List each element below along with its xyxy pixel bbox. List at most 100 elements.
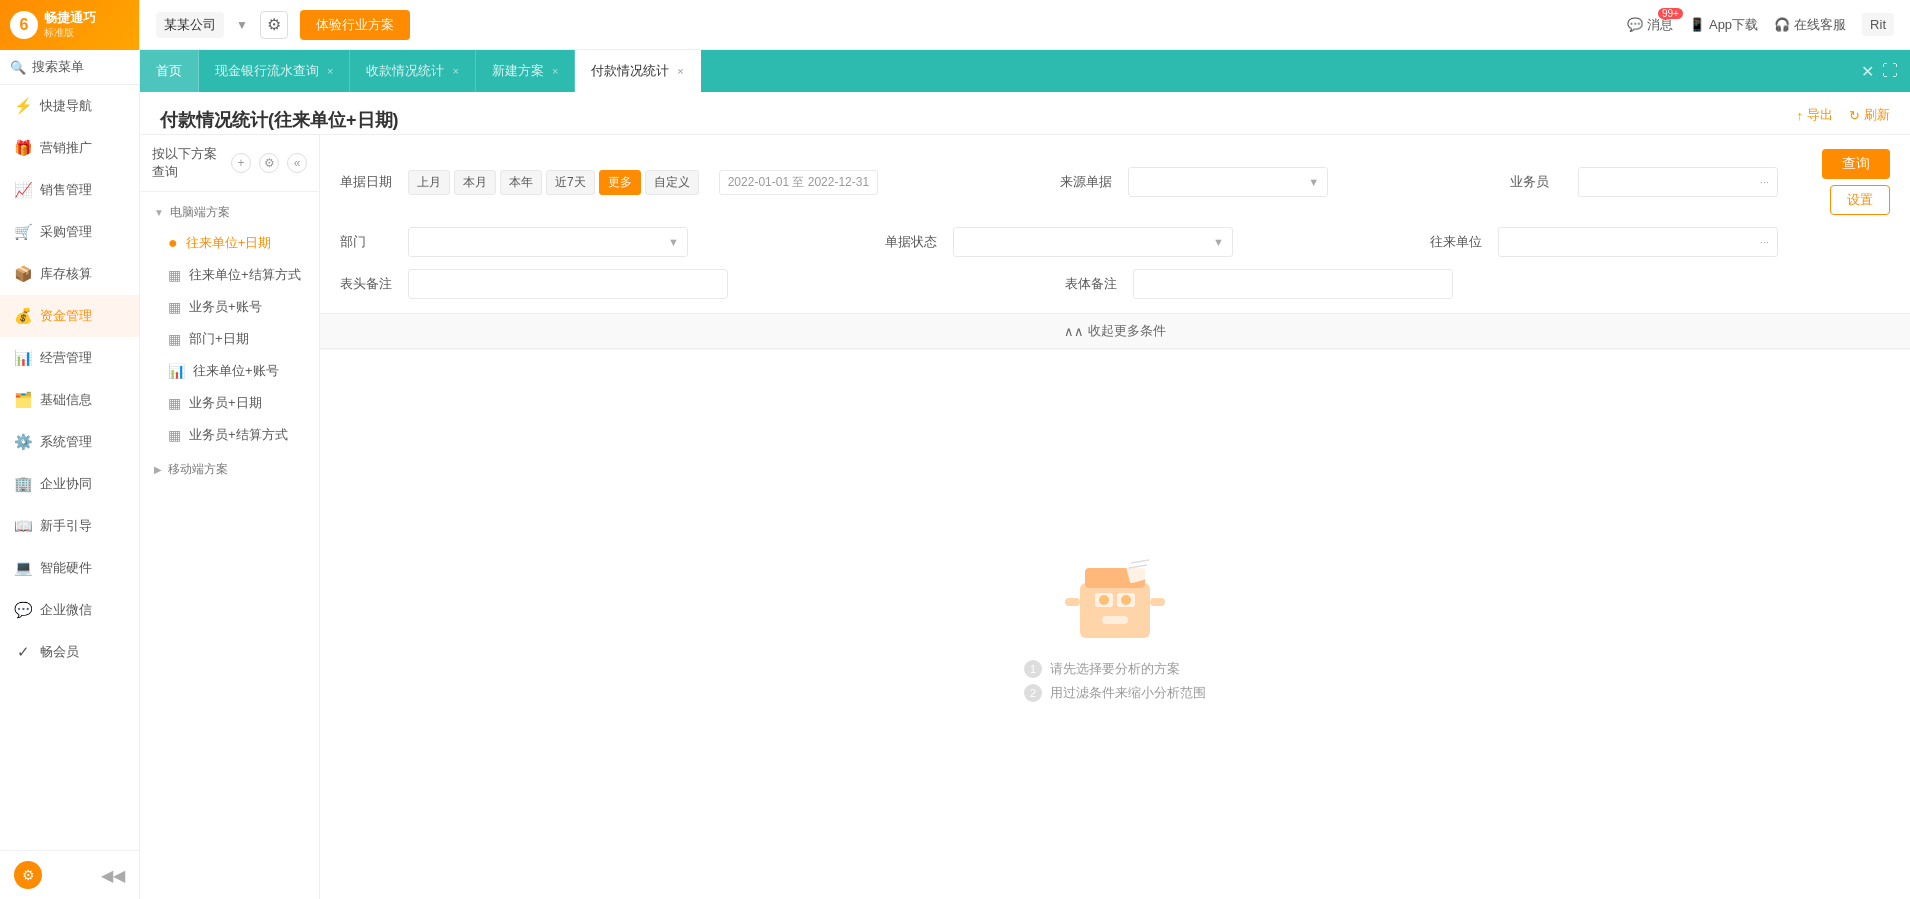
export-icon: ↑ [1797, 108, 1804, 123]
tab-new-plan[interactable]: 新建方案 × [476, 50, 575, 92]
scheme-group-pc-title[interactable]: ▼ 电脑端方案 [140, 198, 319, 227]
scheme-settings-icon[interactable]: ⚙ [259, 153, 279, 173]
sidebar-logo: 6 畅捷通巧 标准版 [0, 0, 139, 50]
partner-select[interactable]: ··· [1498, 227, 1778, 257]
sidebar-item-operation[interactable]: 📊 经营管理 [0, 337, 139, 379]
tabbar: 首页 现金银行流水查询 × 收款情况统计 × 新建方案 × 付款情况统计 × ✕… [140, 50, 1910, 92]
tab-receipt-stats[interactable]: 收款情况统计 × [350, 50, 475, 92]
scheme-group-mobile-title[interactable]: ▶ 移动端方案 [140, 455, 319, 484]
sidebar-item-wechat[interactable]: 💬 企业微信 [0, 589, 139, 631]
source-select[interactable]: ▼ [1128, 167, 1328, 197]
last-month-btn[interactable]: 上月 [408, 170, 450, 195]
sidebar-collapse-button[interactable]: ◀◀ [101, 866, 125, 885]
company-selector[interactable]: 某某公司 [156, 12, 224, 38]
sidebar-item-marketing[interactable]: 🎁 营销推广 [0, 127, 139, 169]
collapse-bar[interactable]: ∧∧ 收起更多条件 [320, 314, 1910, 349]
phone-icon: 📱 [1689, 17, 1705, 32]
table-head-note-input[interactable] [408, 269, 728, 299]
page-header-actions: ↑ 导出 ↻ 刷新 [1797, 106, 1891, 134]
hint-item-1: 1 请先选择要分析的方案 [1024, 660, 1206, 678]
refresh-button[interactable]: ↻ 刷新 [1849, 106, 1890, 124]
trial-button[interactable]: 体验行业方案 [300, 10, 410, 40]
sidebar-item-hardware[interactable]: 💻 智能硬件 [0, 547, 139, 589]
filter-settings-button[interactable]: 设置 [1830, 185, 1890, 215]
staff-select[interactable]: ··· [1578, 167, 1778, 197]
sidebar-item-capital[interactable]: 💰 资金管理 [0, 295, 139, 337]
headset-icon: 🎧 [1774, 17, 1790, 32]
svg-point-4 [1099, 595, 1109, 605]
guide-icon: 📖 [14, 517, 32, 535]
topbar: 某某公司 ▼ ⚙ 体验行业方案 💬 消息 99+ 📱 App下载 🎧 在线客服 … [140, 0, 1910, 50]
scheme-active-icon: ● [168, 234, 178, 252]
online-service-button[interactable]: 🎧 在线客服 [1774, 16, 1846, 34]
sidebar-item-basic[interactable]: 🗂️ 基础信息 [0, 379, 139, 421]
topbar-gear-button[interactable]: ⚙ [260, 11, 288, 39]
scheme-item-unit-date[interactable]: ● 往来单位+日期 [140, 227, 319, 259]
receipt-stats-tab-close-icon[interactable]: × [452, 65, 458, 77]
scheme-item-dept-date[interactable]: ▦ 部门+日期 [140, 323, 319, 355]
result-area: 1 请先选择要分析的方案 2 用过滤条件来缩小分析范围 [320, 350, 1910, 899]
hint-num-2: 2 [1024, 684, 1042, 702]
sidebar-item-inventory[interactable]: 📦 库存核算 [0, 253, 139, 295]
doc-status-label: 单据状态 [885, 233, 941, 251]
query-button[interactable]: 查询 [1822, 149, 1890, 179]
table-body-note-input[interactable] [1133, 269, 1453, 299]
tab-expand-icon[interactable]: ⛶ [1882, 62, 1898, 80]
page-title: 付款情况统计(往来单位+日期) [160, 108, 399, 132]
settings-bottom-icon[interactable]: ⚙ [14, 861, 42, 889]
tab-home[interactable]: 首页 [140, 50, 199, 92]
scheme-item-staff-settle[interactable]: ▦ 业务员+结算方式 [140, 419, 319, 451]
member-icon: ✓ [14, 643, 32, 661]
search-menu[interactable]: 🔍 搜索菜单 [0, 50, 139, 85]
sidebar-nav: ⚡ 快捷导航 🎁 营销推广 📈 销售管理 🛒 采购管理 📦 库存核算 💰 资金管… [0, 85, 139, 850]
operation-icon: 📊 [14, 349, 32, 367]
sidebar-item-member[interactable]: ✓ 畅会员 [0, 631, 139, 673]
scheme-group-mobile: ▶ 移动端方案 [140, 455, 319, 484]
scheme-list: ▼ 电脑端方案 ● 往来单位+日期 ▦ 往来单位+结算方式 ▦ [140, 192, 319, 899]
scheme-item-unit-settle[interactable]: ▦ 往来单位+结算方式 [140, 259, 319, 291]
svg-rect-7 [1065, 598, 1080, 606]
export-button[interactable]: ↑ 导出 [1797, 106, 1834, 124]
sidebar-item-guide[interactable]: 📖 新手引导 [0, 505, 139, 547]
more-date-btn[interactable]: 更多 [599, 170, 641, 195]
sidebar-item-system[interactable]: ⚙️ 系统管理 [0, 421, 139, 463]
scheme-item-staff-date[interactable]: ▦ 业务员+日期 [140, 387, 319, 419]
scheme-item-unit-account[interactable]: 📊 往来单位+账号 [140, 355, 319, 387]
cash-flow-tab-label: 现金银行流水查询 [215, 62, 319, 80]
partner-select-arrow-icon: ··· [1760, 236, 1769, 248]
scheme-item-staff-account[interactable]: ▦ 业务员+账号 [140, 291, 319, 323]
cash-flow-tab-close-icon[interactable]: × [327, 65, 333, 77]
custom-date-btn[interactable]: 自定义 [645, 170, 699, 195]
page-header: 付款情况统计(往来单位+日期) ↑ 导出 ↻ 刷新 [140, 92, 1910, 135]
doc-status-select[interactable]: ▼ [953, 227, 1233, 257]
scheme-panel: 按以下方案查询 + ⚙ « ▼ 电脑端方案 ● 往来单位+日期 [140, 135, 320, 899]
payment-stats-tab-close-icon[interactable]: × [677, 65, 683, 77]
tab-close-all-icon[interactable]: ✕ [1861, 62, 1874, 81]
app-download-button[interactable]: 📱 App下载 [1689, 16, 1758, 34]
scheme-collapse-icon[interactable]: « [287, 153, 307, 173]
doc-status-select-arrow-icon: ▼ [1213, 236, 1224, 248]
tab-payment-stats[interactable]: 付款情况统计 × [575, 50, 700, 92]
tab-cash-flow[interactable]: 现金银行流水查询 × [199, 50, 350, 92]
this-year-btn[interactable]: 本年 [500, 170, 542, 195]
new-plan-tab-close-icon[interactable]: × [552, 65, 558, 77]
svg-rect-8 [1150, 598, 1165, 606]
date-quick-btns: 上月 本月 本年 近7天 更多 自定义 [408, 170, 699, 195]
sidebar-item-quick-nav[interactable]: ⚡ 快捷导航 [0, 85, 139, 127]
messages-button[interactable]: 💬 消息 99+ [1627, 16, 1673, 34]
enterprise-icon: 🏢 [14, 475, 32, 493]
company-chevron-icon[interactable]: ▼ [236, 18, 248, 32]
user-account[interactable]: Rit [1862, 13, 1894, 36]
staff-label: 业务员 [1510, 173, 1566, 191]
last-7-days-btn[interactable]: 近7天 [546, 170, 595, 195]
date-range-display[interactable]: 2022-01-01 至 2022-12-31 [719, 170, 878, 195]
scheme-table-icon-3: ▦ [168, 331, 181, 347]
scheme-table-icon-1: ▦ [168, 267, 181, 283]
filter-row-3: 表头备注 表体备注 [340, 269, 1890, 299]
sidebar-item-purchase[interactable]: 🛒 采购管理 [0, 211, 139, 253]
sidebar-item-sales[interactable]: 📈 销售管理 [0, 169, 139, 211]
sidebar-item-enterprise[interactable]: 🏢 企业协同 [0, 463, 139, 505]
this-month-btn[interactable]: 本月 [454, 170, 496, 195]
scheme-add-icon[interactable]: + [231, 153, 251, 173]
dept-select[interactable]: ▼ [408, 227, 688, 257]
